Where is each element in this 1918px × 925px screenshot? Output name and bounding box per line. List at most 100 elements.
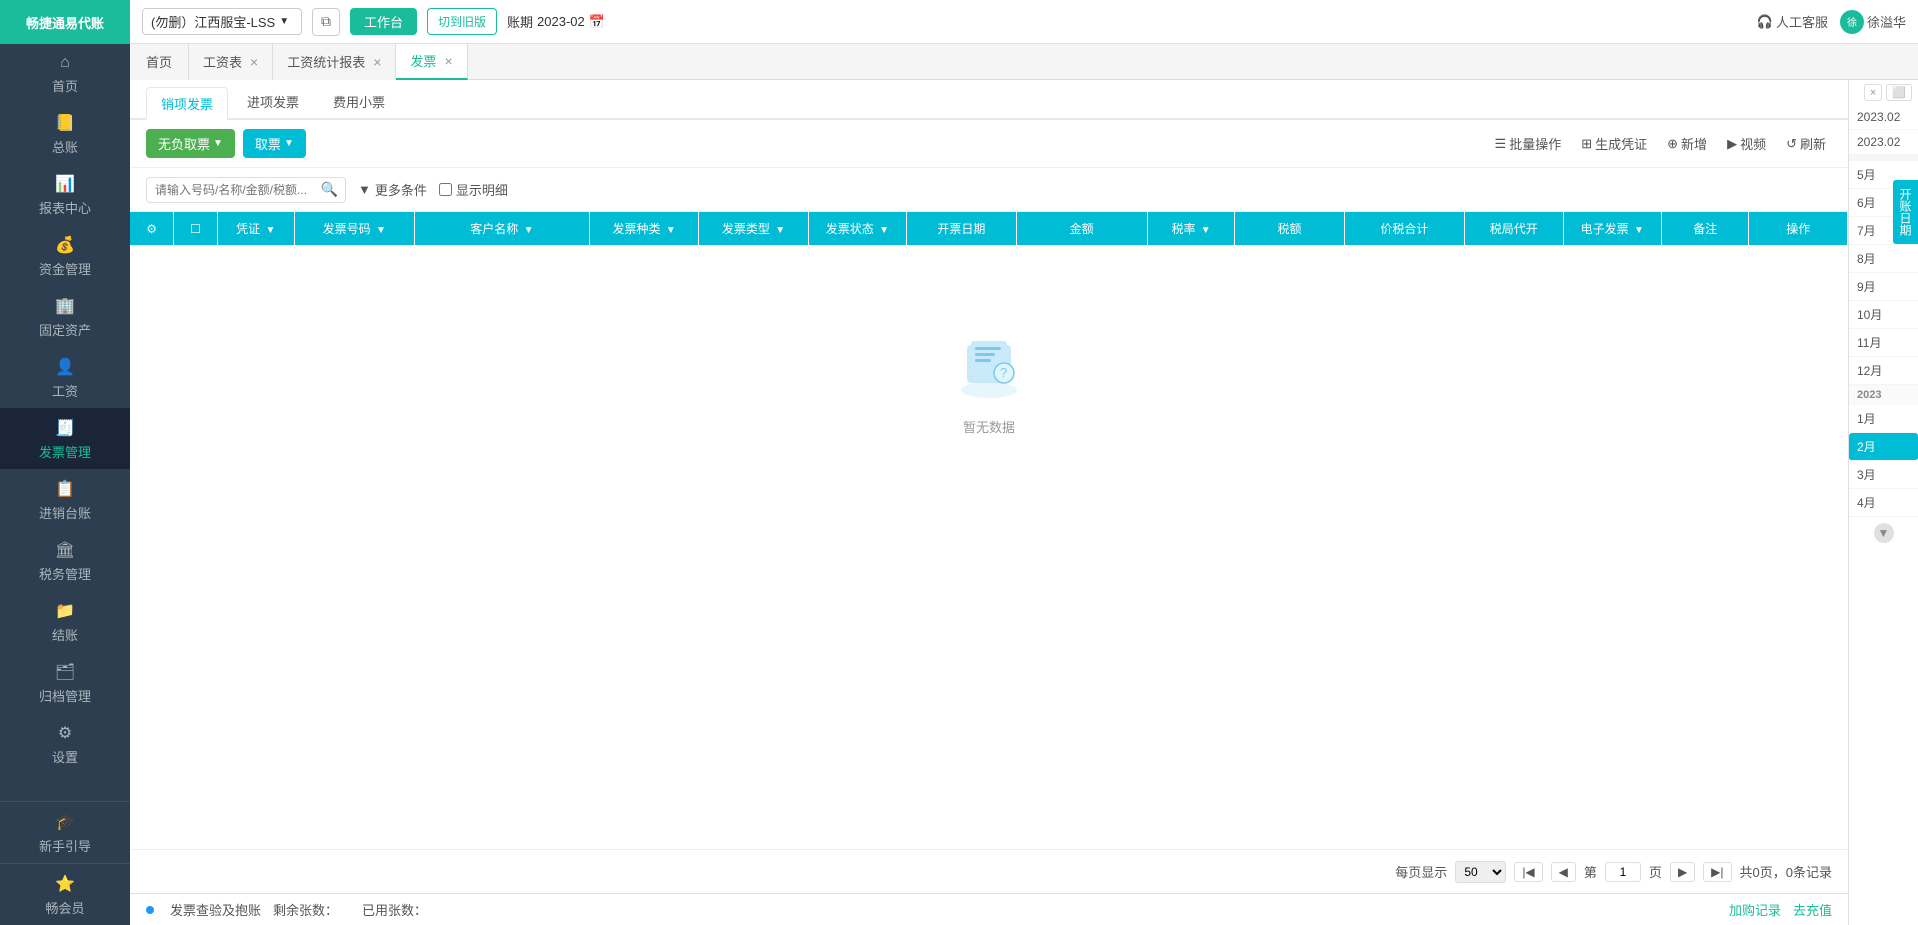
sidebar-item-payroll[interactable]: 👤 工资 [0, 347, 130, 408]
more-conditions-button[interactable]: ▼ 更多条件 [358, 180, 427, 199]
page-label: 第 [1584, 862, 1597, 881]
no-ticket-label: 无负取票 [158, 134, 210, 153]
new-button[interactable]: ⊕ 新增 [1661, 129, 1713, 158]
first-page-button[interactable]: |◀ [1514, 862, 1542, 882]
sidebar-item-home[interactable]: ⌂ 首页 [0, 44, 130, 103]
th-remark[interactable]: 备注 [1661, 212, 1749, 245]
date-item-11[interactable]: 11月 [1849, 329, 1918, 357]
panel-expand-button[interactable]: ⬜ [1886, 84, 1912, 101]
sidebar-item-member-label: 畅会员 [45, 898, 84, 917]
th-check[interactable]: ☐ [174, 212, 218, 245]
toolbar: 无负取票 ▼ 取票 ▼ ☰ 批量操作 ⊞ 生成凭证 [130, 120, 1848, 168]
date-item-2023-02-top2[interactable]: 2023.02 [1849, 130, 1918, 155]
sidebar-item-invoice[interactable]: 🧾 发票管理 [0, 408, 130, 469]
sidebar-item-archive[interactable]: 🗂 归档管理 [0, 652, 130, 713]
tab-invoice-close-icon[interactable]: × [444, 54, 452, 68]
date-item-12[interactable]: 12月 [1849, 357, 1918, 385]
sidebar-item-guide[interactable]: 🎓 新手引导 [0, 801, 130, 863]
sidebar-item-invoice-label: 发票管理 [39, 442, 91, 461]
search-input[interactable] [146, 177, 346, 203]
sidebar-item-funds-label: 资金管理 [39, 259, 91, 278]
date-item-9[interactable]: 9月 [1849, 273, 1918, 301]
th-open-date[interactable]: 开票日期 [907, 212, 1016, 245]
show-detail-checkbox[interactable]: 显示明细 [439, 180, 508, 199]
date-item-4[interactable]: 4月 [1849, 489, 1918, 517]
sidebar-item-assets[interactable]: 🏢 固定资产 [0, 286, 130, 347]
th-tax[interactable]: 税额 [1235, 212, 1344, 245]
panel-close-button[interactable]: × [1864, 84, 1882, 101]
th-action[interactable]: 操作 [1749, 212, 1848, 245]
next-page-button[interactable]: ▶ [1670, 862, 1695, 882]
add-record-link[interactable]: 加购记录 [1729, 900, 1781, 919]
sidebar-item-ledger[interactable]: 📒 总账 [0, 103, 130, 164]
sidebar-item-funds[interactable]: 💰 资金管理 [0, 225, 130, 286]
page-input[interactable] [1605, 862, 1641, 882]
sidebar-item-member[interactable]: ⭐ 畅会员 [0, 863, 130, 925]
th-tax-rate[interactable]: 税率 ▼ [1147, 212, 1235, 245]
workbench-button[interactable]: 工作台 [350, 8, 417, 35]
video-button[interactable]: ▶ 视频 [1721, 129, 1772, 158]
tab-payroll[interactable]: 工资表 × [189, 44, 273, 80]
show-detail-input[interactable] [439, 183, 452, 196]
tab-home[interactable]: 首页 [130, 44, 189, 80]
open-period-button[interactable]: 开账日期 [1893, 180, 1918, 244]
refresh-button[interactable]: ↺ 刷新 [1780, 129, 1832, 158]
sidebar-item-tax[interactable]: 🏛 税务管理 [0, 530, 130, 591]
th-invoice-cat[interactable]: 发票类型 ▼ [699, 212, 808, 245]
get-ticket-button[interactable]: 取票 ▼ [243, 129, 306, 158]
prev-page-button[interactable]: ◀ [1551, 862, 1576, 882]
sub-tab-expense[interactable]: 费用小票 [318, 85, 400, 118]
user-profile[interactable]: 徐 徐溢华 [1840, 10, 1906, 34]
th-e-invoice[interactable]: 电子发票 ▼ [1563, 212, 1661, 245]
th-settings[interactable]: ⚙ [130, 212, 174, 245]
th-customer[interactable]: 客户名称 ▼ [414, 212, 589, 245]
total-text: 共0页，0条记录 [1740, 862, 1832, 881]
th-tax-amount[interactable]: 价税合计 [1344, 212, 1464, 245]
sub-tab-purchase[interactable]: 进项发票 [232, 85, 314, 118]
date-item-2-active[interactable]: 2月 [1849, 433, 1918, 461]
settings-icon: ⚙ [58, 723, 72, 743]
batch-ops-icon: ☰ [1495, 136, 1507, 152]
company-selector[interactable]: (勿删）江西服宝-LSS ▼ [142, 8, 302, 35]
content-area: 销项发票 进项发票 费用小票 无负取票 ▼ 取票 ▼ [130, 80, 1918, 925]
th-voucher[interactable]: 凭证 ▼ [218, 212, 295, 245]
sidebar-item-settings[interactable]: ⚙ 设置 [0, 713, 130, 774]
sidebar-item-reports[interactable]: 📊 报表中心 [0, 164, 130, 225]
batch-ops-label: 批量操作 [1509, 134, 1561, 153]
sidebar-item-sales[interactable]: 📋 进销台账 [0, 469, 130, 530]
date-item-8[interactable]: 8月 [1849, 245, 1918, 273]
gen-voucher-button[interactable]: ⊞ 生成凭证 [1575, 129, 1653, 158]
th-invoice-type[interactable]: 发票种类 ▼ [589, 212, 698, 245]
th-invoice-no[interactable]: 发票号码 ▼ [294, 212, 414, 245]
copy-button[interactable]: ⧉ [312, 8, 340, 36]
sidebar-item-close[interactable]: 📁 结账 [0, 591, 130, 652]
last-page-button[interactable]: ▶| [1703, 862, 1731, 882]
sidebar-item-home-label: 首页 [52, 76, 78, 95]
sub-tab-sales[interactable]: 销项发票 [146, 87, 228, 120]
tab-invoice[interactable]: 发票 × [396, 44, 467, 80]
go-purchase-link[interactable]: 去充值 [1793, 900, 1832, 919]
date-item-1[interactable]: 1月 [1849, 405, 1918, 433]
th-invoice-status[interactable]: 发票状态 ▼ [808, 212, 906, 245]
tab-payroll-stat-close-icon[interactable]: × [373, 55, 381, 69]
date-item-2023-02-top1[interactable]: 2023.02 [1849, 105, 1918, 130]
get-ticket-chevron-icon: ▼ [284, 138, 294, 149]
date-item-10[interactable]: 10月 [1849, 301, 1918, 329]
batch-ops-button[interactable]: ☰ 批量操作 [1489, 129, 1568, 158]
service-link[interactable]: 🎧 人工客服 [1757, 12, 1828, 31]
scroll-down-button[interactable]: ▼ [1874, 523, 1894, 543]
tab-payroll-stat[interactable]: 工资统计报表 × [273, 44, 396, 80]
show-detail-label: 显示明细 [456, 180, 508, 199]
no-ticket-button[interactable]: 无负取票 ▼ [146, 129, 235, 158]
th-tax-code[interactable]: 税局代开 [1465, 212, 1563, 245]
th-amount[interactable]: 金额 [1016, 212, 1147, 245]
invoice-table: ⚙ ☐ 凭证 ▼ 发票号码 ▼ 客户名称 ▼ 发票种类 ▼ 发票类型 ▼ 发票状… [130, 212, 1848, 245]
gen-voucher-icon: ⊞ [1581, 136, 1592, 152]
search-icon: 🔍 [321, 181, 338, 198]
switch-version-button[interactable]: 切到旧版 [427, 8, 497, 35]
date-item-3[interactable]: 3月 [1849, 461, 1918, 489]
tab-payroll-close-icon[interactable]: × [250, 55, 258, 69]
page-size-select[interactable]: 50 10 20 100 [1455, 861, 1506, 883]
filter-bar: 🔍 ▼ 更多条件 显示明细 [130, 168, 1848, 212]
new-label: 新增 [1681, 134, 1707, 153]
